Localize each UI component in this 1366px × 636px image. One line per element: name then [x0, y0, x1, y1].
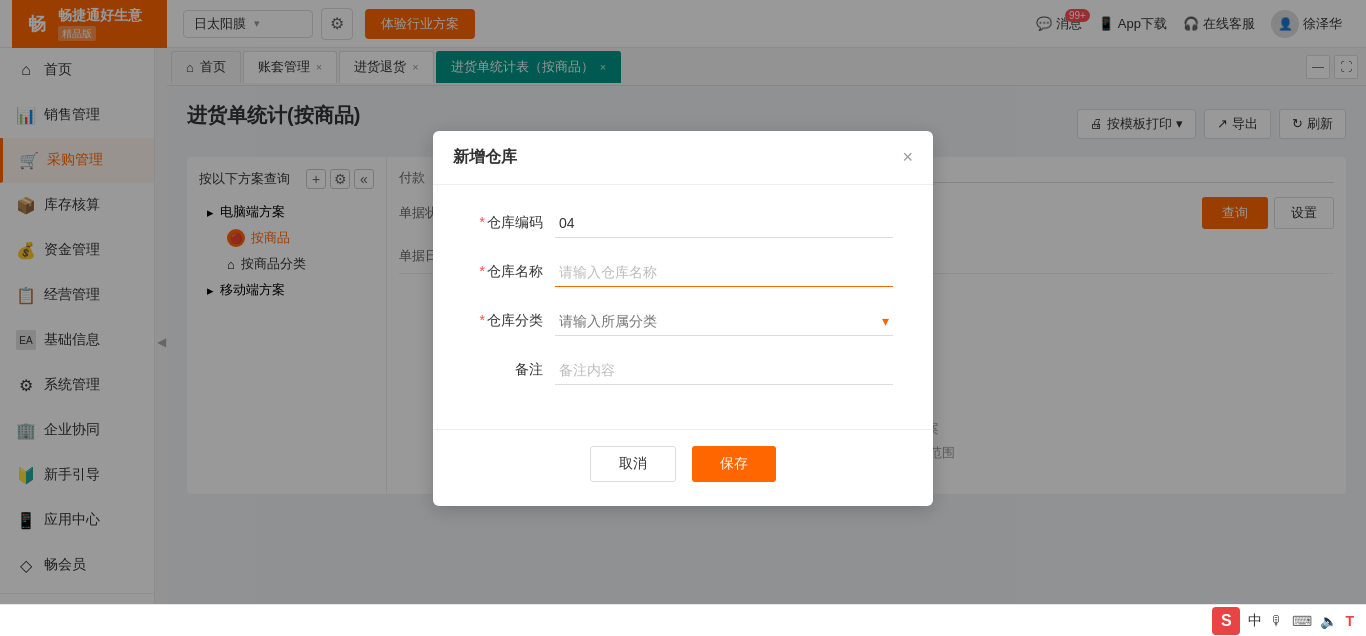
warehouse-category-label: *仓库分类 — [473, 312, 543, 330]
save-button[interactable]: 保存 — [692, 446, 776, 482]
add-warehouse-modal: 新增仓库 × *仓库编码 *仓库名称 *仓库分类 — [433, 131, 933, 506]
status-bar: S 中 🎙 ⌨ 🔈 T — [0, 604, 1366, 636]
status-bar-right: S 中 🎙 ⌨ 🔈 T — [1212, 607, 1354, 635]
remark-row: 备注 — [473, 356, 893, 385]
cancel-button[interactable]: 取消 — [590, 446, 676, 482]
t-icon: T — [1345, 613, 1354, 629]
s-logo-icon: S — [1212, 607, 1240, 635]
dropdown-arrow-icon: ▾ — [882, 313, 889, 329]
modal-title: 新增仓库 — [453, 147, 517, 168]
warehouse-category-wrapper: ▾ — [555, 307, 893, 336]
mic-icon: 🎙 — [1270, 613, 1284, 629]
remark-label: 备注 — [473, 361, 543, 379]
remark-input[interactable] — [555, 356, 893, 385]
warehouse-name-label: *仓库名称 — [473, 263, 543, 281]
filter-icon: 🔈 — [1320, 613, 1337, 629]
warehouse-category-row: *仓库分类 ▾ — [473, 307, 893, 336]
warehouse-code-label: *仓库编码 — [473, 214, 543, 232]
modal-header: 新增仓库 × — [433, 131, 933, 185]
chinese-status-icon: 中 — [1248, 612, 1262, 630]
modal-body: *仓库编码 *仓库名称 *仓库分类 ▾ — [433, 185, 933, 429]
warehouse-code-input[interactable] — [555, 209, 893, 238]
warehouse-category-input[interactable] — [555, 307, 893, 335]
warehouse-name-row: *仓库名称 — [473, 258, 893, 287]
warehouse-code-row: *仓库编码 — [473, 209, 893, 238]
modal-footer: 取消 保存 — [433, 429, 933, 506]
modal-overlay: 新增仓库 × *仓库编码 *仓库名称 *仓库分类 — [0, 0, 1366, 636]
warehouse-name-input[interactable] — [555, 258, 893, 287]
modal-close-button[interactable]: × — [902, 148, 913, 166]
keyboard-icon: ⌨ — [1292, 613, 1312, 629]
